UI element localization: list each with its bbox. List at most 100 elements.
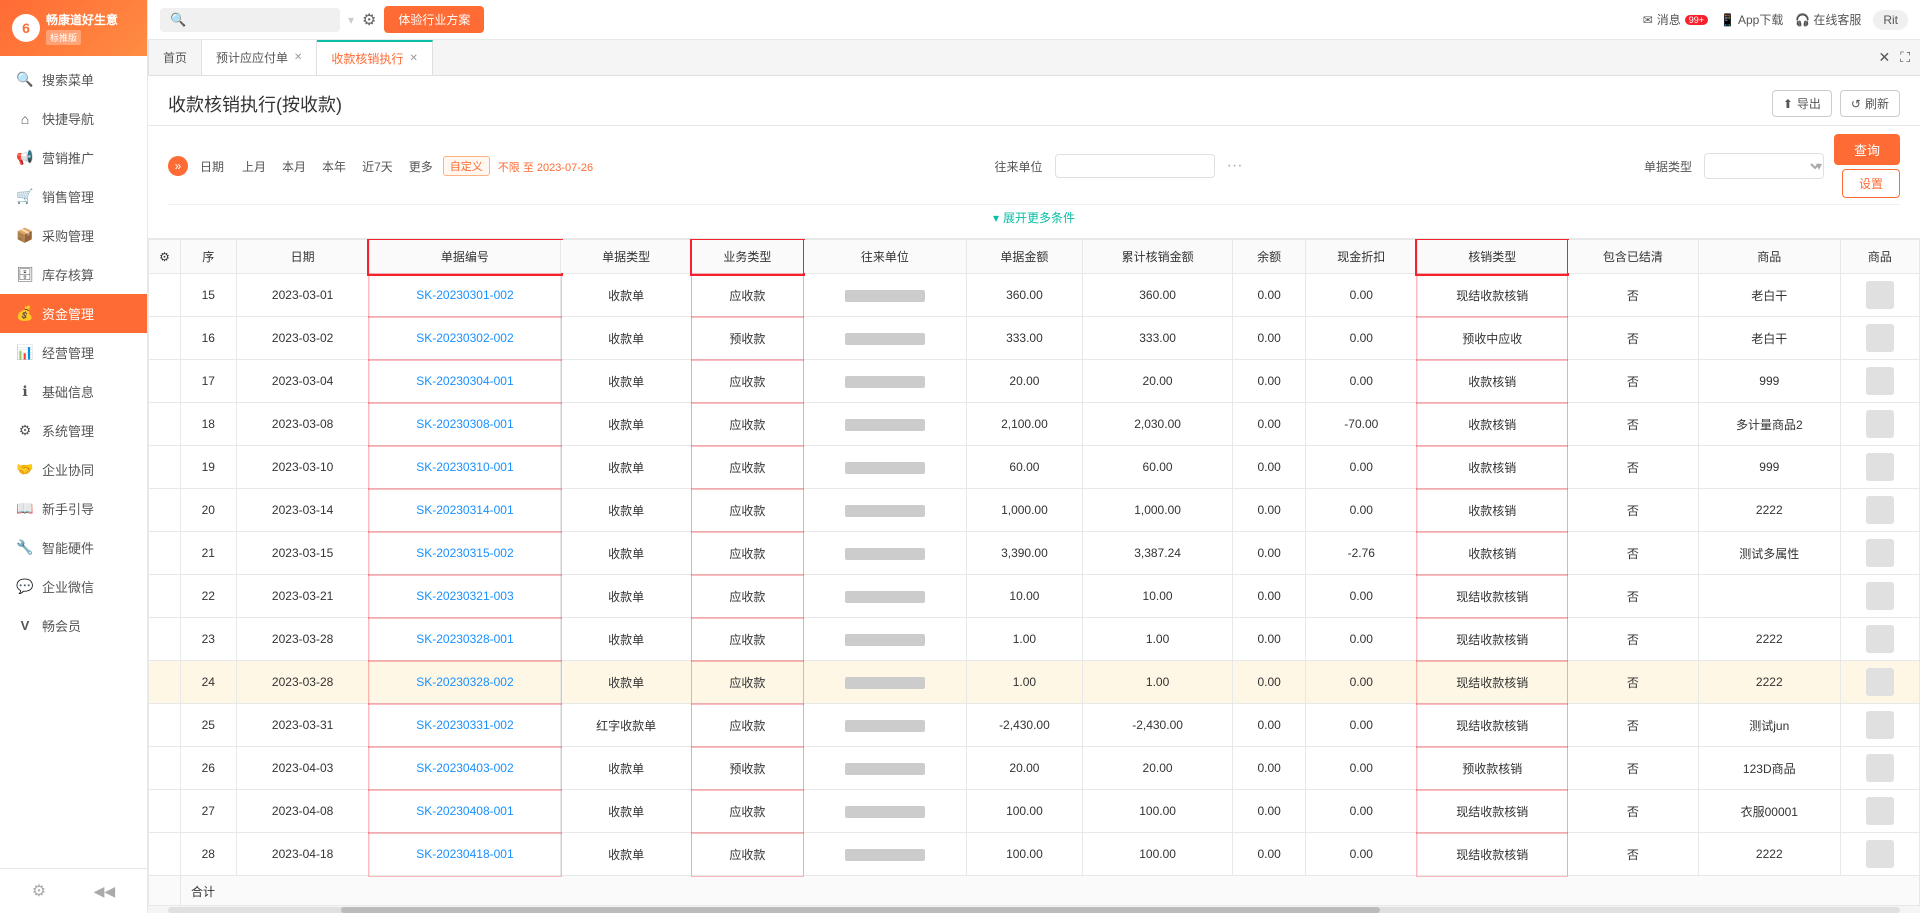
sidebar-item-finance[interactable]: 💰 资金管理 (0, 294, 147, 333)
cell-cash-discount: 0.00 (1306, 274, 1418, 317)
sidebar-item-search[interactable]: 🔍 搜索菜单 (0, 60, 147, 99)
date-btn-more[interactable]: 更多 (403, 156, 439, 177)
sidebar-item-hardware[interactable]: 🔧 智能硬件 (0, 528, 147, 567)
doc-no-link[interactable]: SK-20230314-001 (416, 503, 513, 517)
solution-button[interactable]: 体验行业方案 (384, 6, 484, 33)
date-custom-button[interactable]: 自定义 (443, 156, 490, 176)
date-btn-this-year[interactable]: 本年 (316, 156, 352, 177)
sidebar-item-operation[interactable]: 📊 经营管理 (0, 333, 147, 372)
cell-cumulative: 2,030.00 (1082, 403, 1232, 446)
guide-icon: 📖 (16, 500, 34, 518)
cell-doc-no: SK-20230321-003 (369, 575, 560, 618)
cell-biz-type: 应收款 (692, 274, 804, 317)
topbar-search-input[interactable] (190, 13, 330, 27)
tab-maximize-button[interactable]: ⛶ (1898, 47, 1912, 68)
page-content: 收款核销执行(按收款) ⬆ 导出 ↺ 刷新 » 日期 上月 本月 (148, 76, 1920, 913)
online-service-link[interactable]: 🎧 在线客服 (1795, 11, 1861, 28)
total-label-cell: 合计 (181, 876, 1920, 906)
doc-no-link[interactable]: SK-20230328-001 (416, 632, 513, 646)
sidebar-bottom: ⚙ ◀◀ (0, 868, 147, 913)
user-name[interactable]: Rit (1873, 10, 1908, 30)
cell-cash-discount: 0.00 (1306, 446, 1418, 489)
table-row: 18 2023-03-08 SK-20230308-001 收款单 应收款 2,… (149, 403, 1920, 446)
refresh-button[interactable]: ↺ 刷新 (1840, 90, 1900, 117)
tab-receipt-close[interactable]: ✕ (409, 53, 417, 64)
scrollbar-thumb[interactable] (341, 907, 1380, 913)
doc-no-link[interactable]: SK-20230301-002 (416, 288, 513, 302)
tab-home[interactable]: 首页 (148, 40, 202, 75)
sidebar-item-purchase[interactable]: 📦 采购管理 (0, 216, 147, 255)
cell-product2 (1840, 360, 1919, 403)
filter-dots-icon[interactable]: ··· (1227, 157, 1243, 175)
cell-settings (149, 446, 181, 489)
doc-type-filter-select[interactable] (1704, 153, 1824, 179)
filter-toggle-button[interactable]: » (168, 156, 188, 176)
sidebar-item-marketing[interactable]: 📢 营销推广 (0, 138, 147, 177)
sidebar-item-sales[interactable]: 🛒 销售管理 (0, 177, 147, 216)
cell-writeoff-type: 收款核销 (1417, 403, 1567, 446)
table-row: 17 2023-03-04 SK-20230304-001 收款单 应收款 20… (149, 360, 1920, 403)
sidebar-item-shortcut[interactable]: ⌂ 快捷导航 (0, 99, 147, 138)
col-header-settings[interactable]: ⚙ (149, 240, 181, 274)
cell-balance: 0.00 (1233, 618, 1306, 661)
date-filter-label: 日期 (200, 158, 224, 175)
cell-doc-amount: 20.00 (966, 747, 1082, 790)
sidebar-item-inventory[interactable]: 🗄 库存核算 (0, 255, 147, 294)
expand-more-conditions[interactable]: ▾ 展开更多条件 (168, 204, 1900, 230)
cell-product: 老白干 (1698, 317, 1840, 360)
sidebar-item-guide[interactable]: 📖 新手引导 (0, 489, 147, 528)
settings-bottom-icon[interactable]: ⚙ (32, 881, 46, 901)
export-button[interactable]: ⬆ 导出 (1772, 90, 1832, 117)
cell-doc-type: 收款单 (561, 618, 692, 661)
cell-writeoff-type: 现结收款核销 (1417, 661, 1567, 704)
cell-product: 测试jun (1698, 704, 1840, 747)
collapse-sidebar-icon[interactable]: ◀◀ (94, 883, 116, 900)
sidebar-item-wechat[interactable]: 💬 企业微信 (0, 567, 147, 606)
date-btn-this-month[interactable]: 本月 (276, 156, 312, 177)
cell-writeoff-type: 现结收款核销 (1417, 575, 1567, 618)
cell-seq: 26 (181, 747, 237, 790)
tab-prepay-close[interactable]: ✕ (294, 52, 302, 63)
table-settings-icon[interactable]: ⚙ (159, 250, 170, 264)
sidebar-item-collab[interactable]: 🤝 企业协同 (0, 450, 147, 489)
cell-biz-type: 应收款 (692, 575, 804, 618)
horizontal-scrollbar[interactable] (148, 905, 1920, 913)
sidebar-item-basic[interactable]: ℹ 基础信息 (0, 372, 147, 411)
doc-no-link[interactable]: SK-20230304-001 (416, 374, 513, 388)
topbar-divider: ▾ (348, 13, 354, 27)
tab-receipt-writeoff[interactable]: 收款核销执行 ✕ (317, 40, 432, 75)
date-btn-last-month[interactable]: 上月 (236, 156, 272, 177)
filter-query-buttons: 查询 设置 (1834, 134, 1900, 198)
doc-no-link[interactable]: SK-20230310-001 (416, 460, 513, 474)
doc-no-link[interactable]: SK-20230302-002 (416, 331, 513, 345)
cell-biz-type: 应收款 (692, 618, 804, 661)
filter-settings-button[interactable]: 设置 (1842, 169, 1900, 198)
partner-filter-input[interactable] (1055, 154, 1215, 178)
message-badge[interactable]: ✉ 消息 99+ (1643, 11, 1708, 28)
tab-close-all-button[interactable]: ✕ (1876, 47, 1892, 68)
sidebar-item-member[interactable]: V 畅会员 (0, 606, 147, 645)
doc-no-link[interactable]: SK-20230418-001 (416, 847, 513, 861)
cell-product: 多计量商品2 (1698, 403, 1840, 446)
cell-settings (149, 833, 181, 876)
doc-no-link[interactable]: SK-20230308-001 (416, 417, 513, 431)
cell-product: 衣服00001 (1698, 790, 1840, 833)
doc-no-link[interactable]: SK-20230403-002 (416, 761, 513, 775)
doc-no-link[interactable]: SK-20230328-002 (416, 675, 513, 689)
doc-no-link[interactable]: SK-20230321-003 (416, 589, 513, 603)
cell-partner (803, 618, 966, 661)
cell-cash-discount: 0.00 (1306, 489, 1418, 532)
tab-prepay[interactable]: 预计应应付单 ✕ (202, 40, 317, 75)
date-btn-7days[interactable]: 近7天 (356, 156, 399, 177)
doc-no-link[interactable]: SK-20230315-002 (416, 546, 513, 560)
col-header-balance: 余额 (1233, 240, 1306, 274)
sidebar-item-system[interactable]: ⚙ 系统管理 (0, 411, 147, 450)
doc-no-link[interactable]: SK-20230408-001 (416, 804, 513, 818)
cell-settings (149, 618, 181, 661)
app-download-link[interactable]: 📱 App下载 (1720, 11, 1783, 28)
doc-no-link[interactable]: SK-20230331-002 (416, 718, 513, 732)
cell-doc-no: SK-20230328-002 (369, 661, 560, 704)
cell-settings (149, 704, 181, 747)
query-button[interactable]: 查询 (1834, 134, 1900, 165)
topbar-gear-icon[interactable]: ⚙ (362, 10, 376, 30)
